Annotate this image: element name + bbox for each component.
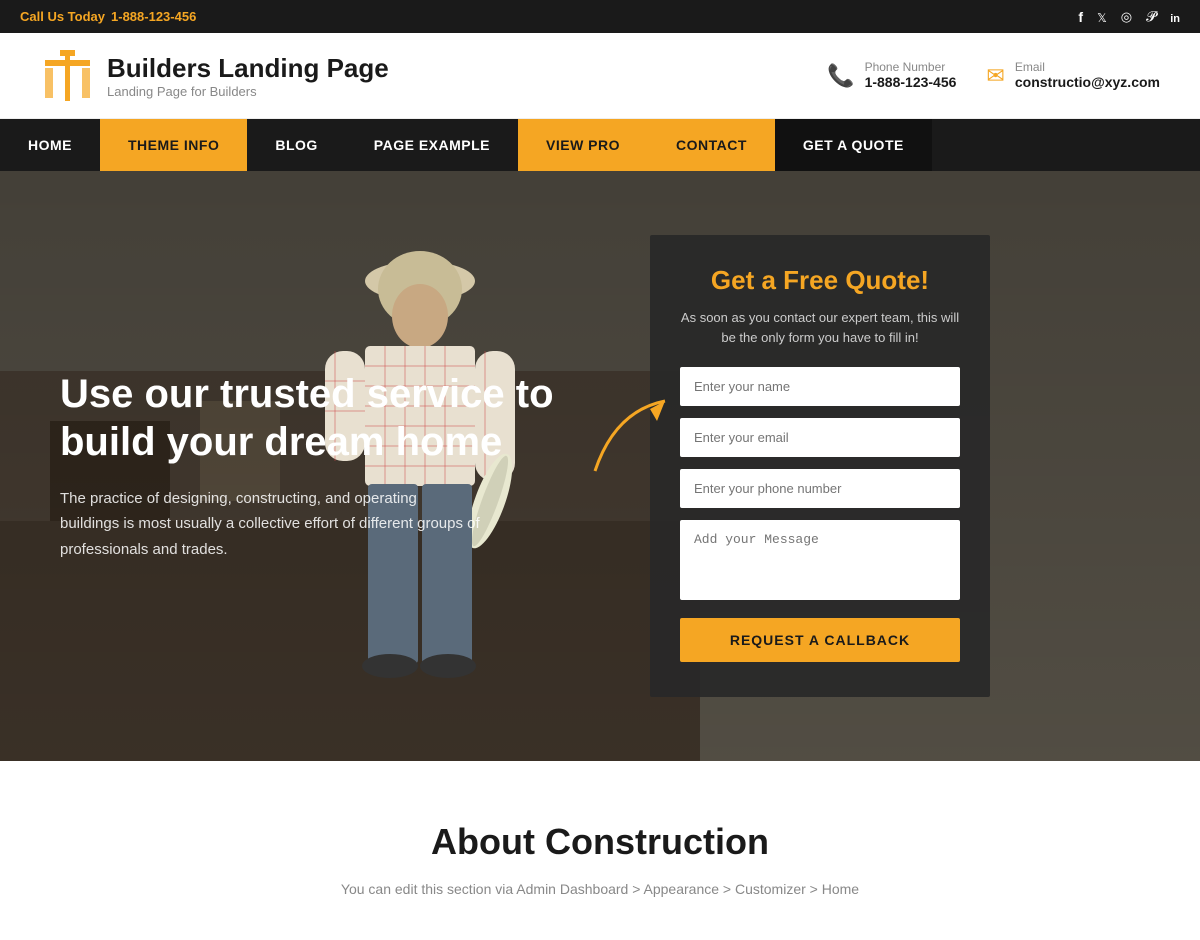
nav-page-example[interactable]: PAGE EXAMPLE — [346, 119, 518, 171]
quote-form-subtitle: As soon as you contact our expert team, … — [680, 308, 960, 347]
nav-get-quote[interactable]: GET A QUOTE — [775, 119, 932, 171]
hero-title: Use our trusted service to build your dr… — [60, 370, 590, 466]
email-details: Email constructio@xyz.com — [1015, 60, 1160, 92]
linkedin-icon[interactable] — [1170, 9, 1180, 25]
site-subtitle: Landing Page for Builders — [107, 84, 389, 99]
instagram-icon[interactable] — [1121, 8, 1132, 25]
facebook-icon[interactable] — [1078, 9, 1083, 25]
arrow-decoration — [585, 391, 685, 491]
email-icon: ✉ — [986, 63, 1004, 89]
nav-blog[interactable]: BLOG — [247, 119, 345, 171]
submit-button[interactable]: REQUEST A CALLBACK — [680, 618, 960, 662]
call-label: Call Us Today — [20, 9, 105, 24]
quote-form-wrapper: Get a Free Quote! As soon as you contact… — [650, 235, 990, 697]
site-title: Builders Landing Page — [107, 53, 389, 84]
header-contact: 📞 Phone Number 1-888-123-456 ✉ Email con… — [827, 60, 1160, 92]
pinterest-icon[interactable] — [1146, 8, 1156, 25]
email-label: Email — [1015, 60, 1160, 74]
hero-content: Use our trusted service to build your dr… — [0, 310, 650, 623]
name-input[interactable] — [680, 367, 960, 406]
hero-description: The practice of designing, constructing,… — [60, 486, 480, 563]
call-us-area: Call Us Today 1-888-123-456 — [20, 9, 196, 24]
phone-input[interactable] — [680, 469, 960, 508]
nav-home[interactable]: HOME — [0, 119, 100, 171]
site-header: Builders Landing Page Landing Page for B… — [0, 33, 1200, 119]
about-description: You can edit this section via Admin Dash… — [250, 878, 950, 900]
logo-text: Builders Landing Page Landing Page for B… — [107, 53, 389, 99]
twitter-icon[interactable] — [1097, 9, 1107, 25]
hero-section: Use our trusted service to build your dr… — [0, 171, 1200, 761]
social-icons-bar — [1078, 8, 1180, 25]
quote-form-title: Get a Free Quote! — [680, 265, 960, 296]
email-address: constructio@xyz.com — [1015, 74, 1160, 90]
email-input[interactable] — [680, 418, 960, 457]
message-input[interactable] — [680, 520, 960, 600]
site-logo-icon — [40, 48, 95, 103]
about-title: About Construction — [40, 821, 1160, 863]
nav-view-pro[interactable]: VIEW PRO — [518, 119, 648, 171]
logo-area: Builders Landing Page Landing Page for B… — [40, 48, 389, 103]
email-contact: ✉ Email constructio@xyz.com — [986, 60, 1160, 92]
main-nav: HOME THEME INFO BLOG PAGE EXAMPLE VIEW P… — [0, 119, 1200, 171]
about-section: About Construction You can edit this sec… — [0, 761, 1200, 940]
phone-label: Phone Number — [865, 60, 957, 74]
phone-details: Phone Number 1-888-123-456 — [865, 60, 957, 92]
phone-top: 1-888-123-456 — [111, 9, 196, 24]
phone-icon: 📞 — [827, 63, 854, 89]
nav-theme-info[interactable]: THEME INFO — [100, 119, 247, 171]
nav-contact[interactable]: CONTACT — [648, 119, 775, 171]
phone-contact: 📞 Phone Number 1-888-123-456 — [827, 60, 956, 92]
phone-number: 1-888-123-456 — [865, 74, 957, 90]
top-bar: Call Us Today 1-888-123-456 — [0, 0, 1200, 33]
quote-form: Get a Free Quote! As soon as you contact… — [650, 235, 990, 697]
